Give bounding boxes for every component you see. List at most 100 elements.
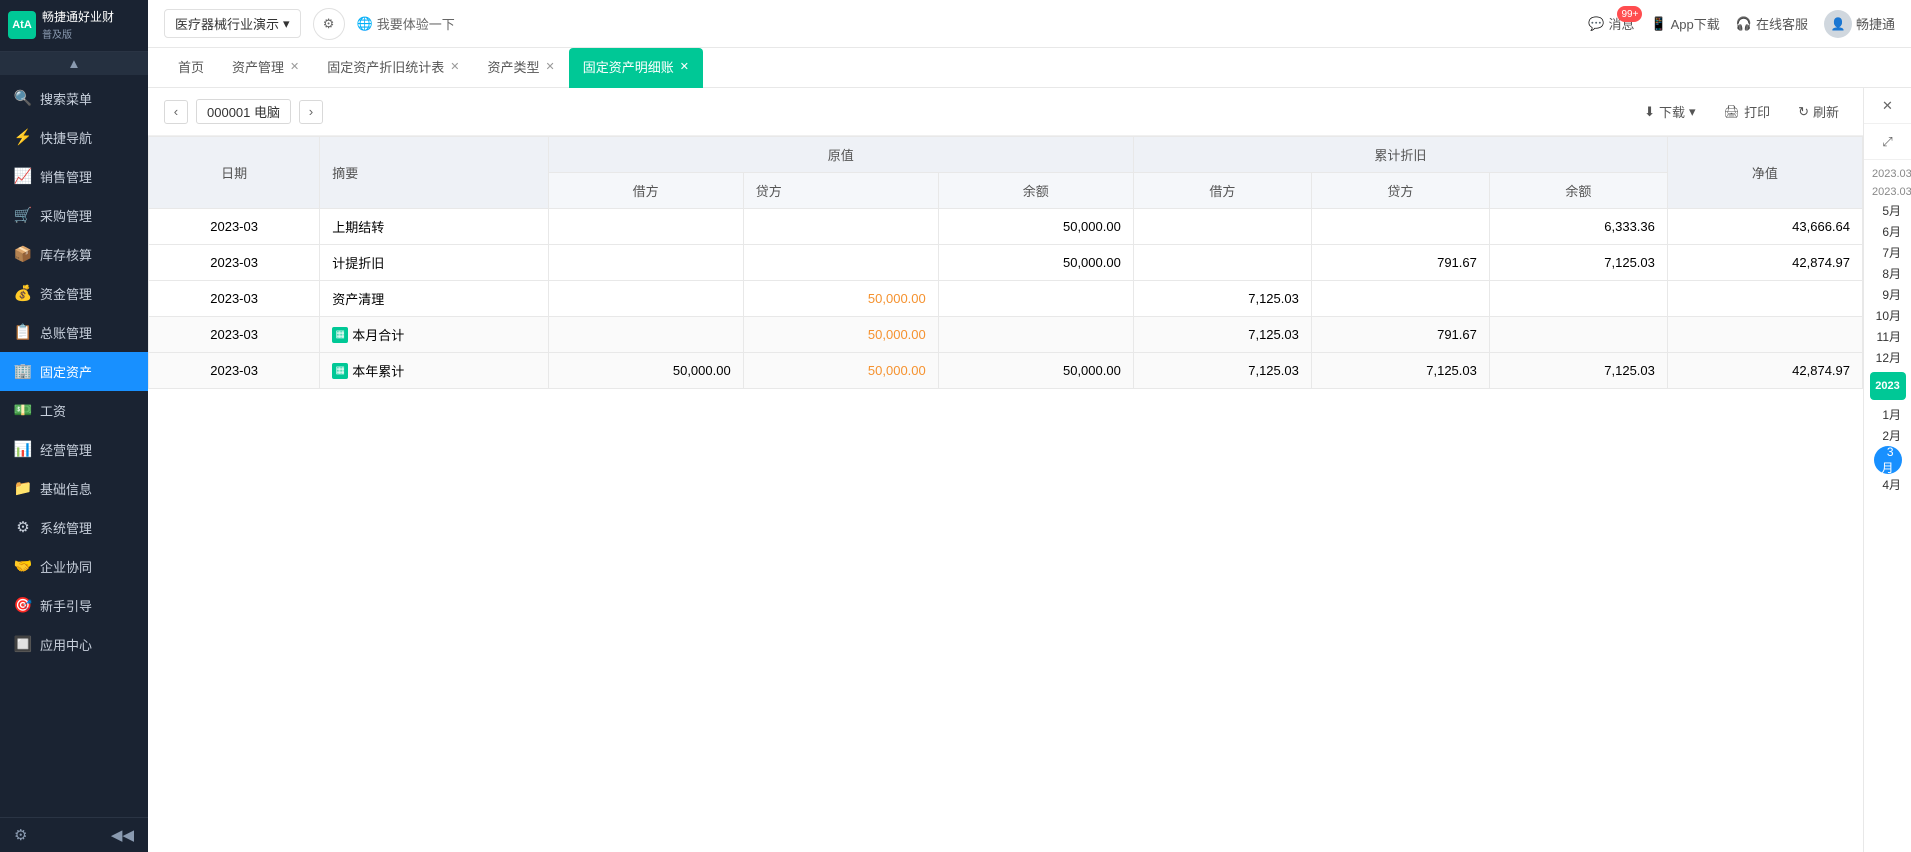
service-icon: 🎧	[1736, 16, 1752, 32]
sidebar-item-system[interactable]: ⚙系统管理	[0, 508, 148, 547]
tab-close-depreciation-stats[interactable]: ✕	[450, 60, 459, 73]
fixed-icon: 🏢	[14, 362, 32, 380]
tab-depreciation-stats[interactable]: 固定资产折旧统计表 ✕	[313, 48, 473, 88]
service-button[interactable]: 🎧 在线客服	[1736, 14, 1808, 33]
sidebar-label-salary: 工资	[40, 401, 66, 420]
apps-icon: 🔲	[14, 635, 32, 653]
experience-button[interactable]: 🌐 我要体验一下	[357, 14, 455, 33]
sidebar: AtA 畅捷通好业财 普及版 ▲ 🔍搜索菜单⚡快捷导航📈销售管理 🛒 采购管理 📦库存…	[0, 0, 148, 852]
sidebar-item-ledger[interactable]: 📋总账管理	[0, 313, 148, 352]
sidebar-item-salary[interactable]: 💵工资	[0, 391, 148, 430]
tab-label-asset-mgmt: 资产管理	[232, 57, 284, 76]
print-button[interactable]: 🖨 打印	[1716, 98, 1779, 125]
cal-month-6月[interactable]: 6月	[1864, 221, 1911, 242]
app-subtitle: 普及版	[42, 26, 114, 41]
download-button[interactable]: ⬇ 下载 ▾	[1636, 98, 1703, 125]
prev-asset-button[interactable]: ‹	[164, 100, 188, 124]
cell-orig-balance	[938, 317, 1133, 353]
cal-month-10月[interactable]: 10月	[1864, 305, 1911, 326]
tab-label-depreciation-stats: 固定资产折旧统计表	[327, 57, 444, 76]
sidebar-item-guide[interactable]: 🎯新手引导	[0, 586, 148, 625]
tab-home[interactable]: 首页	[164, 48, 218, 88]
cal-month-2023-1月[interactable]: 1月	[1864, 404, 1911, 425]
sidebar-label-capital: 资金管理	[40, 284, 92, 303]
system-icon: ⚙	[14, 518, 32, 536]
app-logo: AtA	[8, 11, 36, 39]
sidebar-header: AtA 畅捷通好业财 普及版	[0, 0, 148, 52]
right-panel: ✕ ⤢ 2023.032023.035月6月7月8月9月10月11月12月202…	[1863, 88, 1911, 852]
sidebar-item-enterprise[interactable]: 🤝企业协同	[0, 547, 148, 586]
cal-month-8月[interactable]: 8月	[1864, 263, 1911, 284]
tab-asset-mgmt[interactable]: 资产管理 ✕	[218, 48, 313, 88]
col-summary: 摘要	[320, 137, 548, 209]
sidebar-item-basic[interactable]: 📁基础信息	[0, 469, 148, 508]
basic-icon: 📁	[14, 479, 32, 497]
sidebar-item-capital[interactable]: 💰资金管理	[0, 274, 148, 313]
cell-acc-debit: 7,125.03	[1133, 281, 1311, 317]
cell-orig-balance: 50,000.00	[938, 245, 1133, 281]
app-title-block: 畅捷通好业财 普及版	[42, 10, 114, 41]
cal-month-5月[interactable]: 5月	[1864, 200, 1911, 221]
cell-acc-credit	[1311, 281, 1489, 317]
ledger-icon: 📋	[14, 323, 32, 341]
main-area: 医疗器械行业演示 ▾ ⚙ 🌐 我要体验一下 💬 消息 99+ 📱 App下载 🎧…	[148, 0, 1911, 852]
settings-button[interactable]: ⚙	[313, 8, 345, 40]
tab-close-asset-ledger[interactable]: ✕	[680, 60, 689, 73]
col-date: 日期	[149, 137, 320, 209]
company-selector[interactable]: 医疗器械行业演示 ▾	[164, 9, 301, 38]
enterprise-icon: 🤝	[14, 557, 32, 575]
cell-date: 2023-03	[149, 353, 320, 389]
message-badge: 99+	[1617, 6, 1642, 22]
cell-summary: ▦本年累计	[320, 353, 548, 389]
cell-acc-debit	[1133, 209, 1311, 245]
cal-month-2023-3月[interactable]: 3月	[1874, 446, 1902, 474]
cell-orig-balance: 50,000.00	[938, 353, 1133, 389]
cell-acc-balance: 7,125.03	[1489, 245, 1667, 281]
cal-month-12月[interactable]: 12月	[1864, 347, 1911, 368]
cal-year-badge-2023: 2023	[1864, 368, 1911, 404]
sidebar-scroll-up-button[interactable]: ▲	[0, 52, 148, 75]
orig-balance: 余额	[938, 173, 1133, 209]
table-row: 2023-03 ▦本年累计 50,000.00 50,000.00 50,000…	[149, 353, 1863, 389]
sidebar-item-operation[interactable]: 📊经营管理	[0, 430, 148, 469]
cell-orig-debit	[548, 245, 743, 281]
user-name: 畅捷通	[1856, 14, 1895, 33]
sidebar-item-sales[interactable]: 📈销售管理	[0, 157, 148, 196]
cal-month-11月[interactable]: 11月	[1864, 326, 1911, 347]
settings-icon[interactable]: ⚙	[14, 826, 27, 844]
sidebar-bottom: ⚙ ◀◀	[0, 817, 148, 852]
sidebar-item-search[interactable]: 🔍搜索菜单	[0, 79, 148, 118]
cal-month-9月[interactable]: 9月	[1864, 284, 1911, 305]
sidebar-item-apps[interactable]: 🔲应用中心	[0, 625, 148, 664]
service-label: 在线客服	[1756, 14, 1808, 33]
cell-acc-balance: 7,125.03	[1489, 353, 1667, 389]
panel-expand-button[interactable]: ⤢	[1864, 124, 1911, 160]
cal-month-2023-4月[interactable]: 4月	[1864, 474, 1911, 495]
cal-month-7月[interactable]: 7月	[1864, 242, 1911, 263]
next-asset-button[interactable]: ›	[299, 100, 323, 124]
cell-acc-debit	[1133, 245, 1311, 281]
collapse-icon[interactable]: ◀◀	[111, 826, 134, 844]
cell-acc-balance: 6,333.36	[1489, 209, 1667, 245]
cell-orig-credit: 50,000.00	[743, 353, 938, 389]
sidebar-item-fixed[interactable]: 🏢固定资产	[0, 352, 148, 391]
tab-asset-type[interactable]: 资产类型 ✕	[473, 48, 568, 88]
cal-year-top1: 2023.03	[1864, 164, 1911, 182]
download-button[interactable]: 📱 App下载	[1650, 14, 1719, 33]
message-button[interactable]: 💬 消息 99+	[1588, 14, 1634, 33]
panel-close-button[interactable]: ✕	[1864, 88, 1911, 124]
purchase-icon: 🛒	[14, 206, 32, 224]
download-label: 下载	[1659, 102, 1685, 121]
tab-close-asset-type[interactable]: ✕	[546, 60, 555, 73]
sidebar-item-quick[interactable]: ⚡快捷导航	[0, 118, 148, 157]
sidebar-item-inventory[interactable]: 📦库存核算	[0, 235, 148, 274]
tab-close-asset-mgmt[interactable]: ✕	[290, 60, 299, 73]
sidebar-item-purchase[interactable]: 🛒 采购管理	[0, 196, 148, 235]
tab-asset-ledger[interactable]: 固定资产明细账 ✕	[569, 48, 703, 88]
sidebar-label-purchase: 采购管理	[40, 206, 92, 225]
acc-balance: 余额	[1489, 173, 1667, 209]
refresh-button[interactable]: ↻ 刷新	[1790, 98, 1847, 125]
user-area[interactable]: 👤 畅捷通	[1824, 10, 1895, 38]
cal-month-2023-2月[interactable]: 2月	[1864, 425, 1911, 446]
ledger-table: 日期 摘要 原值 累计折旧 净值 借方 贷方 余额 借方 贷方 余额	[148, 136, 1863, 389]
